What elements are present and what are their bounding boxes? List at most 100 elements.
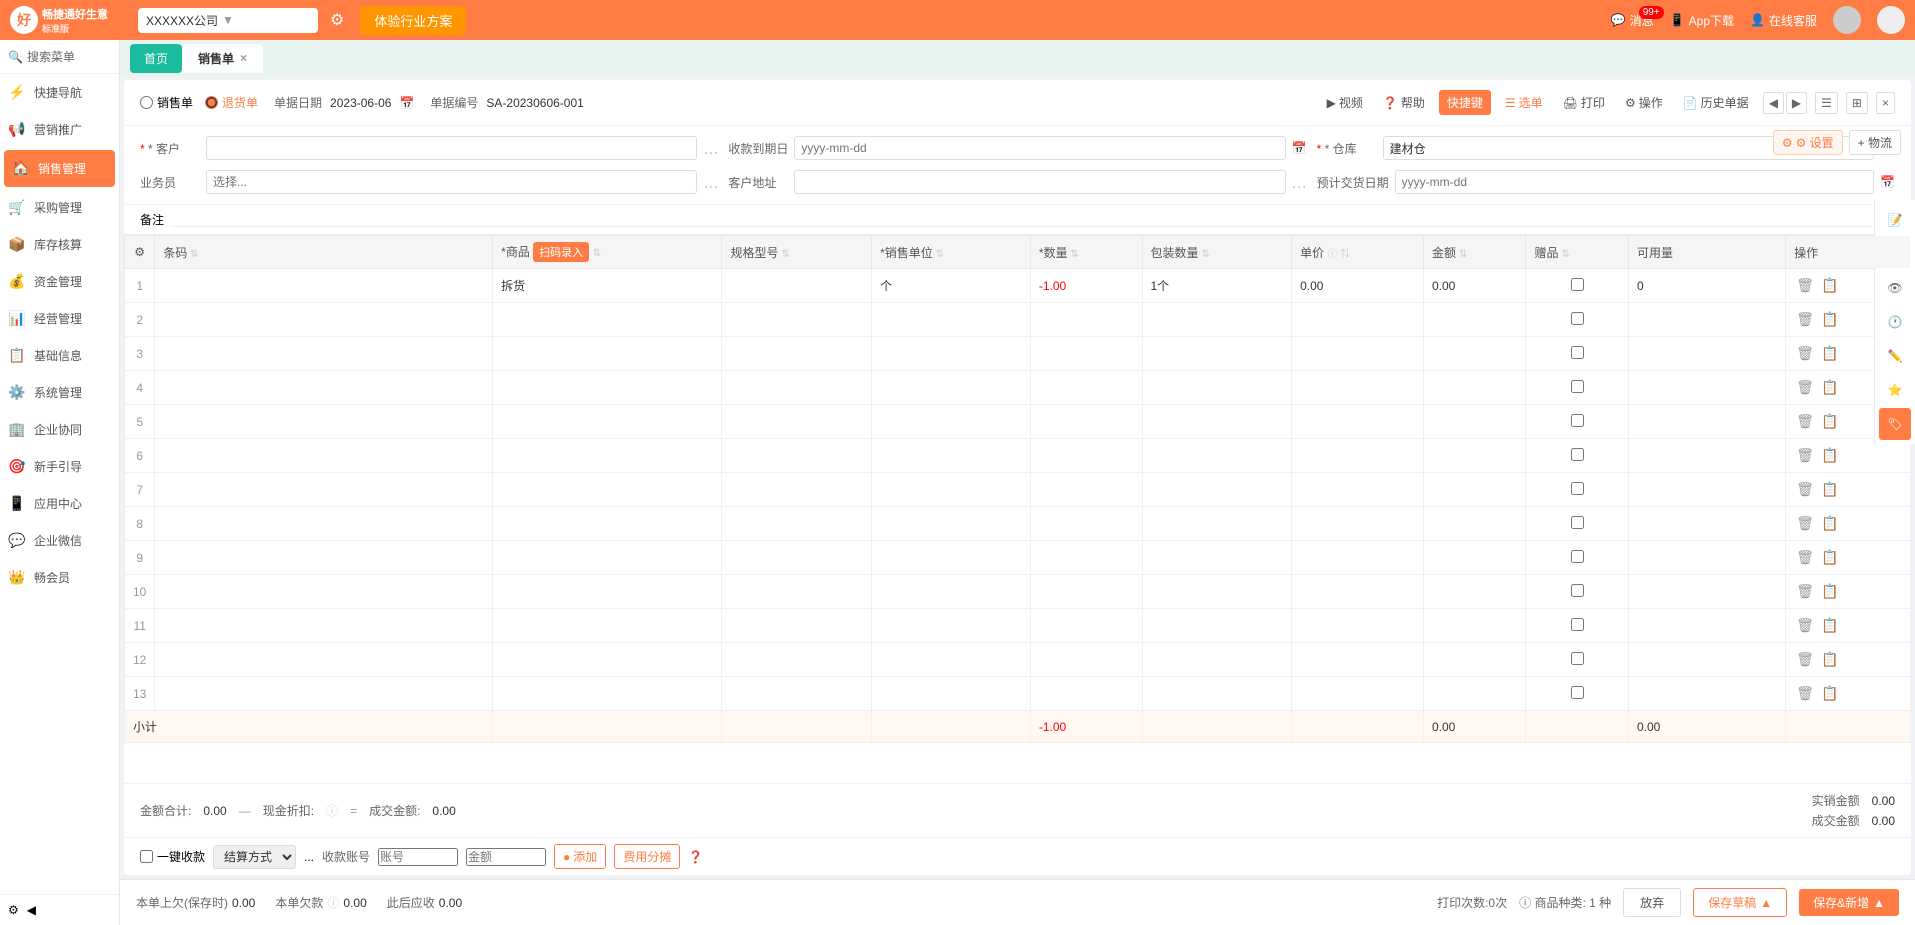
add-button[interactable]: ● 添加 — [554, 844, 606, 869]
row-unit-price[interactable] — [1292, 609, 1424, 643]
row-unit-price[interactable] — [1292, 541, 1424, 575]
row-amount[interactable]: 0.00 — [1423, 269, 1525, 303]
sidebar-item-appstore[interactable]: 📱 应用中心 — [0, 485, 119, 522]
save-new-button[interactable]: 保存&新增 ▲ — [1799, 889, 1899, 916]
sidebar-item-guide[interactable]: 🎯 新手引导 — [0, 448, 119, 485]
app-download-button[interactable]: 📱 App下载 — [1670, 12, 1734, 29]
tab-close-icon[interactable]: × — [240, 51, 247, 65]
radio-return[interactable]: 退货单 — [205, 94, 258, 111]
row-copy-btn[interactable]: 📋 — [1819, 377, 1840, 398]
row-gift[interactable] — [1526, 507, 1628, 541]
row-gift[interactable] — [1526, 575, 1628, 609]
sidebar-item-weixin[interactable]: 💬 企业微信 — [0, 522, 119, 559]
tab-sales-order[interactable]: 销售单 × — [182, 44, 263, 73]
payment-method-select[interactable]: 结算方式 — [213, 845, 296, 869]
video-btn[interactable]: ▶ 视频 — [1321, 91, 1369, 114]
row-delete-btn[interactable]: 🗑 — [1794, 343, 1816, 364]
row-product[interactable] — [493, 473, 722, 507]
payment-due-calendar-icon[interactable]: 📅 — [1292, 141, 1307, 155]
row-unit[interactable] — [872, 337, 1031, 371]
row-product[interactable] — [493, 643, 722, 677]
amount-input[interactable] — [466, 848, 546, 866]
row-delete-btn[interactable]: 🗑 — [1794, 275, 1816, 296]
row-barcode[interactable] — [155, 677, 493, 711]
radio-sales-input[interactable] — [140, 96, 153, 109]
row-unit-price[interactable] — [1292, 643, 1424, 677]
row-pack-qty[interactable] — [1142, 405, 1292, 439]
row-quantity[interactable] — [1030, 439, 1142, 473]
row-quantity[interactable] — [1030, 303, 1142, 337]
row-product[interactable]: 拆货 — [493, 269, 722, 303]
history-btn[interactable]: 📄 历史单据 — [1677, 91, 1755, 114]
row-copy-btn[interactable]: 📋 — [1819, 343, 1840, 364]
close-form-btn[interactable]: × — [1876, 92, 1895, 114]
settings-icon[interactable]: ⚙ — [330, 10, 344, 30]
row-spec[interactable] — [722, 371, 872, 405]
row-quantity[interactable] — [1030, 677, 1142, 711]
row-barcode[interactable] — [155, 609, 493, 643]
payment-method-dots[interactable]: ... — [304, 850, 314, 864]
print-btn[interactable]: 🖨 打印 — [1557, 91, 1611, 114]
row-spec[interactable] — [722, 473, 872, 507]
row-gift[interactable] — [1526, 303, 1628, 337]
row-gift[interactable] — [1526, 371, 1628, 405]
note-input[interactable] — [170, 212, 1895, 227]
row-unit-price[interactable] — [1292, 575, 1424, 609]
row-gift[interactable] — [1526, 405, 1628, 439]
row-amount[interactable] — [1423, 575, 1525, 609]
row-barcode[interactable] — [155, 507, 493, 541]
row-barcode[interactable] — [155, 269, 493, 303]
row-quantity[interactable] — [1030, 405, 1142, 439]
row-barcode[interactable] — [155, 473, 493, 507]
row-product[interactable] — [493, 439, 722, 473]
row-spec[interactable] — [722, 405, 872, 439]
row-copy-btn[interactable]: 📋 — [1819, 581, 1840, 602]
row-barcode[interactable] — [155, 541, 493, 575]
row-unit[interactable] — [872, 439, 1031, 473]
discard-button[interactable]: 放弃 — [1623, 888, 1681, 917]
row-barcode[interactable] — [155, 337, 493, 371]
salesperson-dots[interactable]: ... — [703, 172, 718, 193]
row-amount[interactable] — [1423, 439, 1525, 473]
row-amount[interactable] — [1423, 609, 1525, 643]
col-settings[interactable]: ⚙ — [125, 236, 155, 269]
float-edit-btn[interactable]: ✏️ — [1879, 340, 1911, 372]
one-key-payment[interactable]: 一键收款 — [140, 848, 205, 865]
message-button[interactable]: 💬 消息 99+ — [1611, 12, 1654, 29]
row-spec[interactable] — [722, 439, 872, 473]
list-view-btn[interactable]: ☰ — [1815, 92, 1838, 114]
grid-view-btn[interactable]: ⊞ — [1846, 92, 1868, 114]
row-delete-btn[interactable]: 🗑 — [1794, 479, 1816, 500]
row-delete-btn[interactable]: 🗑 — [1794, 309, 1816, 330]
row-pack-qty[interactable] — [1142, 541, 1292, 575]
row-copy-btn[interactable]: 📋 — [1819, 445, 1840, 466]
row-unit[interactable] — [872, 371, 1031, 405]
row-pack-qty[interactable] — [1142, 677, 1292, 711]
row-spec[interactable] — [722, 575, 872, 609]
row-product[interactable] — [493, 337, 722, 371]
row-barcode[interactable] — [155, 303, 493, 337]
row-product[interactable] — [493, 405, 722, 439]
sidebar-collapse-icon[interactable]: ◀ — [27, 903, 36, 917]
row-unit-price[interactable] — [1292, 405, 1424, 439]
one-key-checkbox[interactable] — [140, 850, 153, 863]
row-pack-qty[interactable] — [1142, 643, 1292, 677]
row-spec[interactable] — [722, 677, 872, 711]
operation-btn[interactable]: ⚙ 操作 — [1619, 91, 1669, 114]
row-product[interactable] — [493, 677, 722, 711]
sidebar-gear-icon[interactable]: ⚙ — [8, 903, 19, 917]
row-delete-btn[interactable]: 🗑 — [1794, 377, 1816, 398]
row-spec[interactable] — [722, 303, 872, 337]
row-amount[interactable] — [1423, 507, 1525, 541]
row-delete-btn[interactable]: 🗑 — [1794, 445, 1816, 466]
row-unit[interactable] — [872, 405, 1031, 439]
row-barcode[interactable] — [155, 643, 493, 677]
row-unit[interactable] — [872, 609, 1031, 643]
account-input[interactable] — [378, 848, 458, 866]
row-pack-qty[interactable] — [1142, 473, 1292, 507]
row-spec[interactable] — [722, 507, 872, 541]
row-pack-qty[interactable] — [1142, 337, 1292, 371]
row-amount[interactable] — [1423, 303, 1525, 337]
row-product[interactable] — [493, 609, 722, 643]
row-quantity[interactable] — [1030, 337, 1142, 371]
